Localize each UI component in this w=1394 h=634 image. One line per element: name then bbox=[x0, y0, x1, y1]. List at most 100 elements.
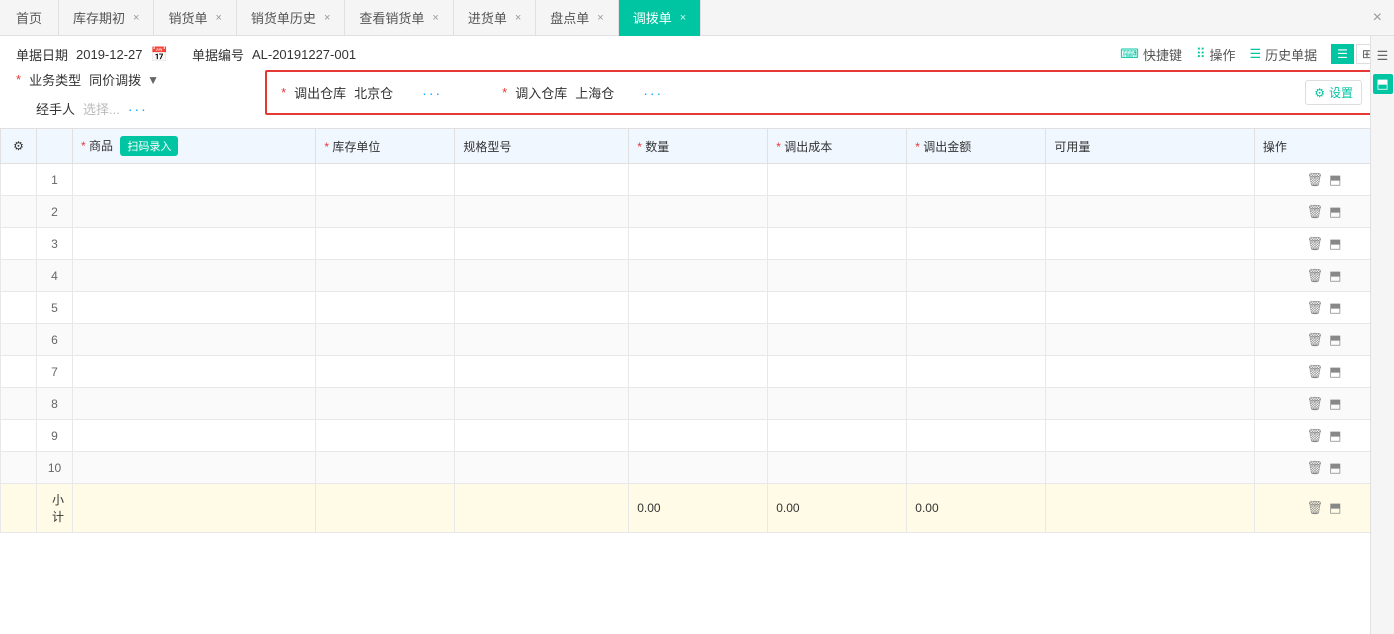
row-spec[interactable] bbox=[455, 228, 629, 260]
row-goods[interactable] bbox=[73, 260, 316, 292]
row-goods[interactable] bbox=[73, 292, 316, 324]
history-btn[interactable]: ☰ 历史单据 bbox=[1250, 45, 1318, 64]
operations-btn[interactable]: ⠿ 操作 bbox=[1196, 45, 1236, 64]
row-goods[interactable] bbox=[73, 164, 316, 196]
row-copy-icon[interactable]: ⬒ bbox=[1329, 460, 1341, 476]
row-qty[interactable] bbox=[629, 324, 768, 356]
row-cost[interactable] bbox=[768, 292, 907, 324]
tab-transfer-order[interactable]: 调拨单 × bbox=[619, 0, 701, 36]
row-cost[interactable] bbox=[768, 324, 907, 356]
row-copy-icon[interactable]: ⬒ bbox=[1329, 428, 1341, 444]
business-type-select[interactable]: 同价调拨 ▼ bbox=[89, 70, 249, 89]
row-qty[interactable] bbox=[629, 260, 768, 292]
view-list-btn[interactable]: ☰ bbox=[1331, 44, 1354, 64]
tab-inventory-init[interactable]: 库存期初 × bbox=[59, 0, 154, 36]
row-cost[interactable] bbox=[768, 356, 907, 388]
row-cost[interactable] bbox=[768, 388, 907, 420]
row-copy-icon[interactable]: ⬒ bbox=[1329, 332, 1341, 348]
row-cost[interactable] bbox=[768, 196, 907, 228]
row-unit[interactable] bbox=[316, 228, 455, 260]
row-goods[interactable] bbox=[73, 420, 316, 452]
tab-sales-order[interactable]: 销货单 × bbox=[154, 0, 236, 36]
row-goods[interactable] bbox=[73, 452, 316, 484]
row-delete-icon[interactable]: 🗑 bbox=[1307, 332, 1324, 348]
row-qty[interactable] bbox=[629, 420, 768, 452]
row-cost[interactable] bbox=[768, 420, 907, 452]
row-goods[interactable] bbox=[73, 324, 316, 356]
row-unit[interactable] bbox=[316, 164, 455, 196]
row-qty[interactable] bbox=[629, 164, 768, 196]
row-delete-icon[interactable]: 🗑 bbox=[1307, 204, 1324, 220]
row-unit[interactable] bbox=[316, 292, 455, 324]
tab-sales-history-close[interactable]: × bbox=[324, 12, 330, 24]
tab-inventory-check[interactable]: 盘点单 × bbox=[536, 0, 618, 36]
row-qty[interactable] bbox=[629, 228, 768, 260]
row-spec[interactable] bbox=[455, 196, 629, 228]
row-spec[interactable] bbox=[455, 324, 629, 356]
row-cost[interactable] bbox=[768, 228, 907, 260]
settings-button[interactable]: ⚙ 设置 bbox=[1305, 80, 1362, 105]
out-warehouse-more[interactable]: ··· bbox=[422, 85, 442, 101]
row-qty[interactable] bbox=[629, 388, 768, 420]
tab-transfer-order-close[interactable]: × bbox=[680, 12, 686, 24]
shortcuts-btn[interactable]: ⌨ 快捷键 bbox=[1120, 45, 1182, 64]
row-qty[interactable] bbox=[629, 292, 768, 324]
tab-sales-history[interactable]: 销货单历史 × bbox=[237, 0, 345, 36]
tab-home[interactable]: 首页 bbox=[0, 0, 59, 36]
row-copy-icon[interactable]: ⬒ bbox=[1329, 300, 1341, 316]
row-cost[interactable] bbox=[768, 260, 907, 292]
row-unit[interactable] bbox=[316, 420, 455, 452]
row-unit[interactable] bbox=[316, 324, 455, 356]
row-copy-icon[interactable]: ⬒ bbox=[1329, 236, 1341, 252]
tab-sales-order-close[interactable]: × bbox=[215, 12, 221, 24]
tab-inventory-init-close[interactable]: × bbox=[133, 12, 139, 24]
row-amount[interactable] bbox=[907, 324, 1046, 356]
row-unit[interactable] bbox=[316, 356, 455, 388]
row-goods[interactable] bbox=[73, 388, 316, 420]
row-spec[interactable] bbox=[455, 164, 629, 196]
tab-view-sales-close[interactable]: × bbox=[432, 12, 438, 24]
row-unit[interactable] bbox=[316, 388, 455, 420]
row-delete-icon[interactable]: 🗑 bbox=[1307, 364, 1324, 380]
row-goods[interactable] bbox=[73, 356, 316, 388]
row-qty[interactable] bbox=[629, 196, 768, 228]
calendar-icon[interactable]: 📅 bbox=[151, 46, 168, 63]
row-amount[interactable] bbox=[907, 452, 1046, 484]
row-amount[interactable] bbox=[907, 228, 1046, 260]
row-delete-icon[interactable]: 🗑 bbox=[1307, 300, 1324, 316]
row-amount[interactable] bbox=[907, 420, 1046, 452]
row-goods[interactable] bbox=[73, 196, 316, 228]
row-delete-icon[interactable]: 🗑 bbox=[1307, 396, 1324, 412]
row-cost[interactable] bbox=[768, 164, 907, 196]
tab-purchase-order[interactable]: 进货单 × bbox=[454, 0, 536, 36]
row-delete-icon[interactable]: 🗑 bbox=[1307, 500, 1324, 516]
row-spec[interactable] bbox=[455, 388, 629, 420]
row-qty[interactable] bbox=[629, 356, 768, 388]
tab-view-sales[interactable]: 查看销货单 × bbox=[345, 0, 453, 36]
row-goods[interactable] bbox=[73, 228, 316, 260]
row-amount[interactable] bbox=[907, 196, 1046, 228]
row-qty[interactable] bbox=[629, 452, 768, 484]
th-settings[interactable]: ⚙ bbox=[1, 129, 37, 164]
row-copy-icon[interactable]: ⬒ bbox=[1329, 364, 1341, 380]
row-unit[interactable] bbox=[316, 452, 455, 484]
row-delete-icon[interactable]: 🗑 bbox=[1307, 460, 1324, 476]
row-spec[interactable] bbox=[455, 420, 629, 452]
row-amount[interactable] bbox=[907, 388, 1046, 420]
row-delete-icon[interactable]: 🗑 bbox=[1307, 236, 1324, 252]
row-copy-icon[interactable]: ⬒ bbox=[1329, 172, 1341, 188]
row-unit[interactable] bbox=[316, 196, 455, 228]
tab-bar-close[interactable]: × bbox=[1361, 9, 1394, 27]
row-delete-icon[interactable]: 🗑 bbox=[1307, 268, 1324, 284]
sidebar-export-icon[interactable]: ⬒ bbox=[1373, 74, 1393, 94]
row-copy-icon[interactable]: ⬒ bbox=[1329, 500, 1341, 516]
scan-button[interactable]: 扫码录入 bbox=[120, 136, 178, 156]
row-spec[interactable] bbox=[455, 356, 629, 388]
row-spec[interactable] bbox=[455, 260, 629, 292]
row-delete-icon[interactable]: 🗑 bbox=[1307, 428, 1324, 444]
in-warehouse-more[interactable]: ··· bbox=[643, 85, 663, 101]
row-unit[interactable] bbox=[316, 260, 455, 292]
tab-inventory-check-close[interactable]: × bbox=[597, 12, 603, 24]
row-copy-icon[interactable]: ⬒ bbox=[1329, 396, 1341, 412]
person-input[interactable]: 选择... bbox=[83, 99, 120, 118]
